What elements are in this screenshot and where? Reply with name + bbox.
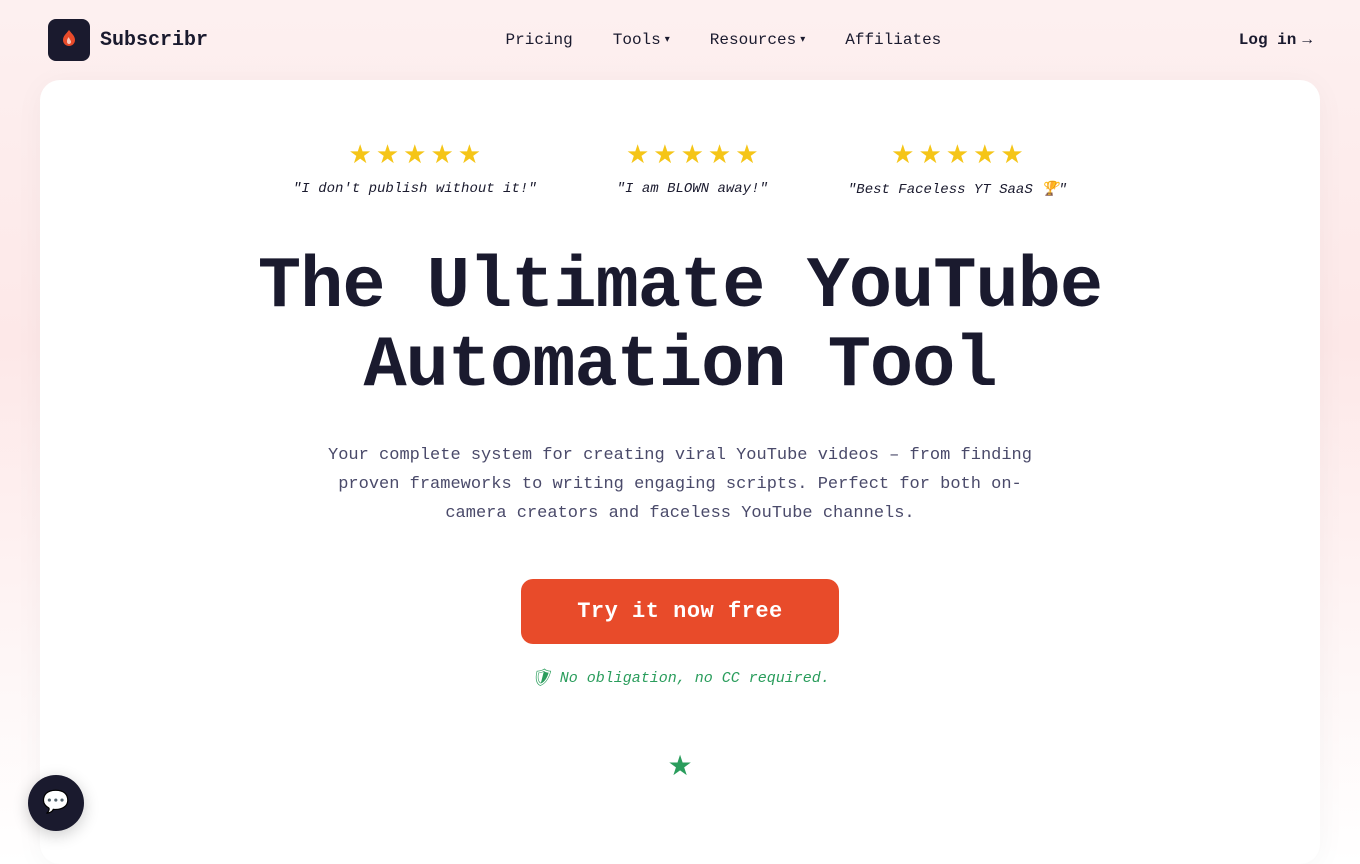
trustpilot-hint: ★ [667, 749, 692, 784]
review-quote-3: "Best Faceless YT SaaS 🏆" [848, 181, 1067, 198]
stars-1: ★ ★ ★ ★ ★ [349, 140, 482, 171]
logo-link[interactable]: Subscribr [48, 19, 208, 61]
trustpilot-star-icon: ★ [667, 749, 692, 784]
chat-icon: 💬 [42, 790, 69, 816]
chat-bubble-button[interactable]: 💬 [28, 775, 84, 831]
reviews-row: ★ ★ ★ ★ ★ "I don't publish without it!" … [293, 140, 1067, 198]
review-3: ★ ★ ★ ★ ★ "Best Faceless YT SaaS 🏆" [848, 140, 1067, 198]
nav-item-pricing[interactable]: Pricing [506, 31, 573, 49]
no-obligation-text: No obligation, no CC required. [560, 670, 830, 687]
nav-links: Pricing Tools ▾ Resources ▾ Affiliates [506, 31, 942, 49]
login-link[interactable]: Log in → [1239, 31, 1312, 49]
navigation: Subscribr Pricing Tools ▾ Resources ▾ Af… [0, 0, 1360, 80]
stars-3: ★ ★ ★ ★ ★ [891, 140, 1024, 171]
logo-icon [48, 19, 90, 61]
review-2: ★ ★ ★ ★ ★ "I am BLOWN away!" [617, 140, 768, 198]
cta-button[interactable]: Try it now free [521, 579, 839, 644]
review-quote-1: "I don't publish without it!" [293, 181, 537, 197]
hero-subtext: Your complete system for creating viral … [310, 442, 1050, 529]
review-1: ★ ★ ★ ★ ★ "I don't publish without it!" [293, 140, 537, 198]
review-quote-2: "I am BLOWN away!" [617, 181, 768, 197]
nav-item-affiliates[interactable]: Affiliates [845, 31, 941, 49]
tools-chevron-icon: ▾ [665, 34, 670, 46]
nav-item-tools[interactable]: Tools ▾ [613, 31, 670, 49]
no-obligation-row: 🛡 No obligation, no CC required. [530, 668, 830, 689]
resources-chevron-icon: ▾ [800, 34, 805, 46]
logo-text: Subscribr [100, 29, 208, 52]
nav-item-resources[interactable]: Resources ▾ [710, 31, 805, 49]
hero-headline: The Ultimate YouTube Automation Tool [258, 248, 1102, 406]
stars-2: ★ ★ ★ ★ ★ [626, 140, 759, 171]
hero-card: ★ ★ ★ ★ ★ "I don't publish without it!" … [40, 80, 1320, 864]
shield-icon: 🛡 [530, 668, 552, 689]
